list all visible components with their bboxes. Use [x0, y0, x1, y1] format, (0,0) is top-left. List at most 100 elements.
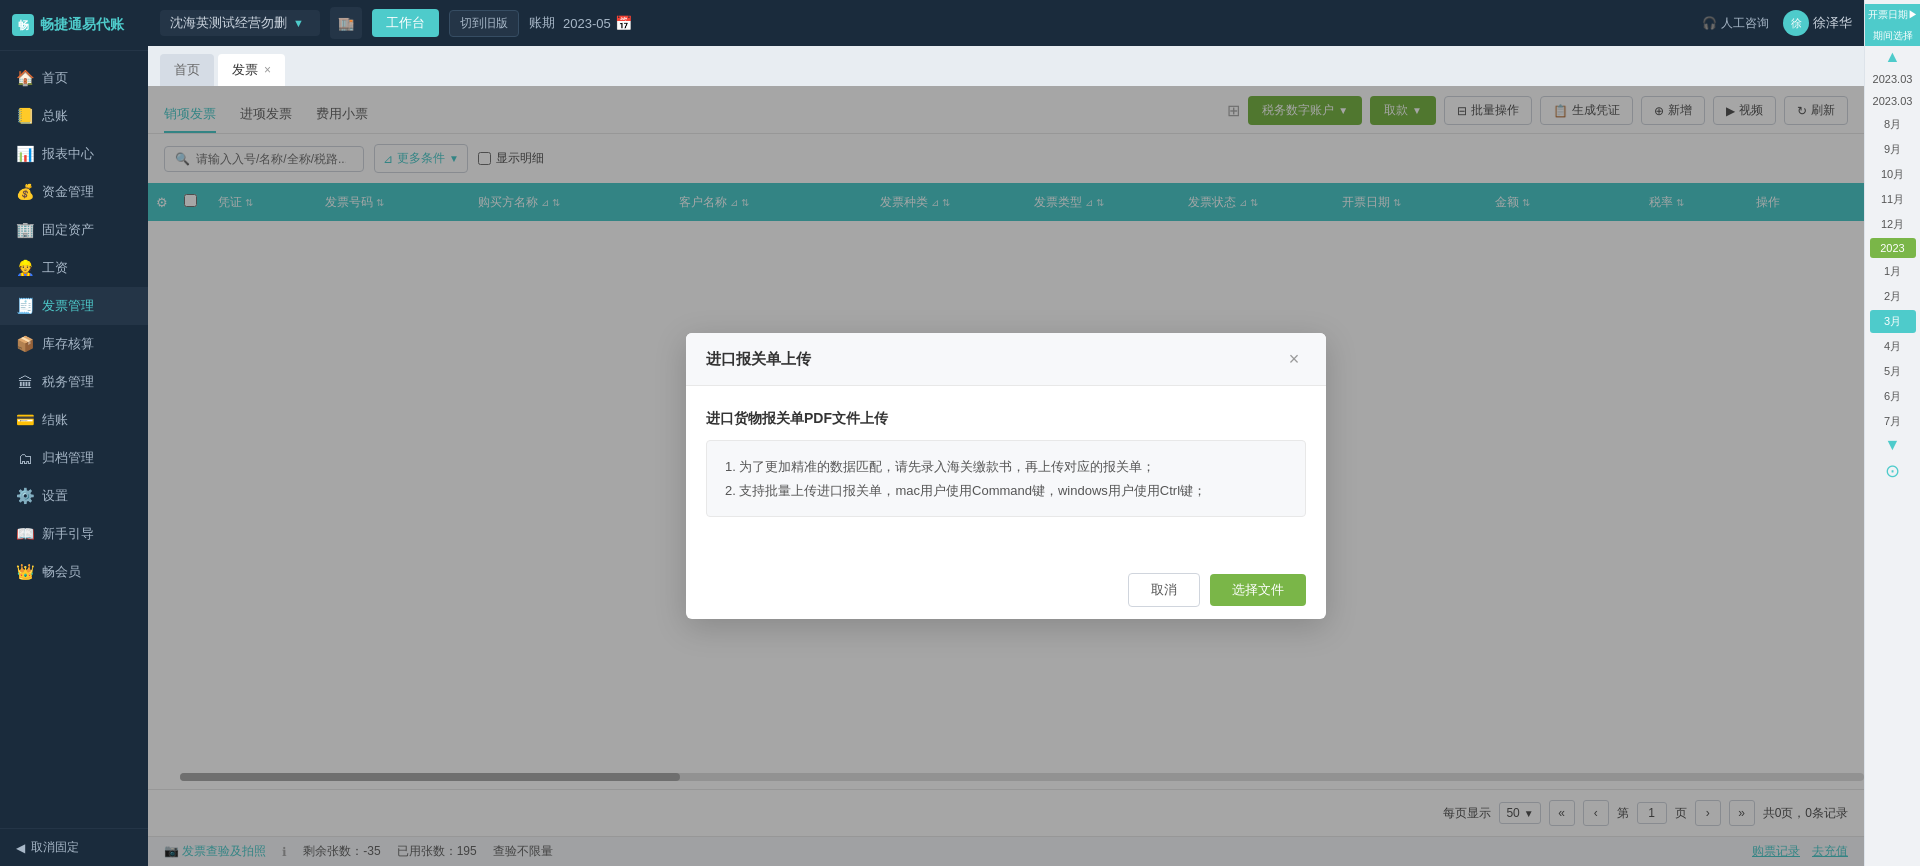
logo-icon: 畅: [12, 14, 34, 36]
sidebar-bottom-pin[interactable]: ◀ 取消固定: [0, 828, 148, 866]
company-name: 沈海英测试经营勿删: [170, 14, 287, 32]
select-file-button[interactable]: 选择文件: [1210, 574, 1306, 606]
reports-icon: 📊: [16, 145, 34, 163]
settlement-icon: 💳: [16, 411, 34, 429]
worktable-button[interactable]: 工作台: [372, 9, 439, 37]
sidebar-item-archive[interactable]: 🗂 归档管理: [0, 439, 148, 477]
user-avatar: 徐: [1783, 10, 1809, 36]
sidebar-item-label: 库存核算: [42, 335, 94, 353]
sidebar-item-label: 新手引导: [42, 525, 94, 543]
archive-icon: 🗂: [16, 449, 34, 467]
calendar-month-9[interactable]: 2月: [1870, 285, 1916, 308]
member-icon: 👑: [16, 563, 34, 581]
sidebar-item-inventory[interactable]: 📦 库存核算: [0, 325, 148, 363]
sidebar-item-assets[interactable]: 🏢 固定资产: [0, 211, 148, 249]
tab-invoices[interactable]: 发票 ×: [218, 54, 285, 86]
modal-body: 进口货物报关单PDF文件上传 1. 为了更加精准的数据匹配，请先录入海关缴款书，…: [686, 386, 1326, 561]
tab-close-icon[interactable]: ×: [264, 63, 271, 77]
calendar-month-8[interactable]: 1月: [1870, 260, 1916, 283]
app-logo: 畅 畅捷通易代账: [0, 0, 148, 51]
modal-header: 进口报关单上传 ×: [686, 333, 1326, 386]
sidebar-item-tax[interactable]: 🏛 税务管理: [0, 363, 148, 401]
sidebar-item-label: 发票管理: [42, 297, 94, 315]
tab-bar: 首页 发票 ×: [148, 46, 1864, 86]
finance-icon: 💰: [16, 183, 34, 201]
payroll-icon: 👷: [16, 259, 34, 277]
sidebar-item-payroll[interactable]: 👷 工资: [0, 249, 148, 287]
building-icon: 🏬: [338, 16, 354, 31]
modal-title: 进口报关单上传: [706, 350, 811, 369]
calendar-month-10[interactable]: 3月: [1870, 310, 1916, 333]
username: 徐泽华: [1813, 14, 1852, 32]
calendar-month-0[interactable]: 2023.03: [1870, 69, 1916, 89]
sidebar-item-settings[interactable]: ⚙️ 设置: [0, 477, 148, 515]
period-display: 账期 2023-05 📅: [529, 14, 632, 32]
tab-invoices-label: 发票: [232, 61, 258, 79]
calendar-month-11[interactable]: 4月: [1870, 335, 1916, 358]
sidebar-nav: 🏠 首页 📒 总账 📊 报表中心 💰 资金管理 🏢 固定资产 👷 工资 🧾 发票…: [0, 51, 148, 828]
info-item-1: 1. 为了更加精准的数据匹配，请先录入海关缴款书，再上传对应的报关单；: [725, 455, 1287, 478]
ledger-icon: 📒: [16, 107, 34, 125]
company-icon-btn[interactable]: 🏬: [330, 7, 362, 39]
headset-icon: 🎧: [1702, 16, 1717, 30]
pin-icon: ◀: [16, 841, 25, 855]
guide-icon: 📖: [16, 525, 34, 543]
assets-icon: 🏢: [16, 221, 34, 239]
sidebar-item-reports[interactable]: 📊 报表中心: [0, 135, 148, 173]
calendar-month-3[interactable]: 9月: [1870, 138, 1916, 161]
sidebar-item-label: 工资: [42, 259, 68, 277]
tab-home[interactable]: 首页: [160, 54, 214, 86]
calendar-month-1[interactable]: 2023.03: [1870, 91, 1916, 111]
switch-old-button[interactable]: 切到旧版: [449, 10, 519, 37]
sidebar-item-label: 税务管理: [42, 373, 94, 391]
sidebar-item-finance[interactable]: 💰 资金管理: [0, 173, 148, 211]
sidebar-item-label: 总账: [42, 107, 68, 125]
invoices-icon: 🧾: [16, 297, 34, 315]
calendar-month-12[interactable]: 5月: [1870, 360, 1916, 383]
calendar-month-2[interactable]: 8月: [1870, 113, 1916, 136]
calendar-month-5[interactable]: 11月: [1870, 188, 1916, 211]
expand-icon: ⊙: [1885, 460, 1900, 482]
sidebar-item-label: 资金管理: [42, 183, 94, 201]
calendar-year-2023[interactable]: 2023: [1870, 238, 1916, 258]
main-area: 沈海英测试经营勿删 ▼ 🏬 工作台 切到旧版 账期 2023-05 📅 🎧 人工…: [148, 0, 1864, 866]
modal-cancel-button[interactable]: 取消: [1128, 573, 1200, 607]
help-button[interactable]: 🎧 人工咨询: [1702, 15, 1769, 32]
sidebar-item-label: 畅会员: [42, 563, 81, 581]
period-select-label: 期间选择: [1865, 26, 1920, 46]
content-area: 首页 发票 × 销项发票 进项发票 费用小票: [148, 46, 1864, 866]
calendar-down-btn[interactable]: ▼: [1877, 434, 1909, 456]
calendar-month-14[interactable]: 7月: [1870, 410, 1916, 433]
calendar-icon[interactable]: 📅: [615, 15, 632, 31]
calendar-up-btn[interactable]: ▲: [1877, 46, 1909, 68]
info-item-2: 2. 支持批量上传进口报关单，mac用户使用Command键，windows用户…: [725, 479, 1287, 502]
sidebar-item-guide[interactable]: 📖 新手引导: [0, 515, 148, 553]
sidebar-item-label: 报表中心: [42, 145, 94, 163]
period-value: 2023-05: [563, 16, 611, 31]
calendar-month-4[interactable]: 10月: [1870, 163, 1916, 186]
right-panel: 开票日期▶ 期间选择 ▲ 2023.03 2023.03 8月 9月 10月 1…: [1864, 0, 1920, 866]
sidebar-item-settlement[interactable]: 💳 结账: [0, 401, 148, 439]
user-profile[interactable]: 徐 徐泽华: [1783, 10, 1852, 36]
modal-overlay[interactable]: 进口报关单上传 × 进口货物报关单PDF文件上传 1. 为了更加精准的数据匹配，…: [148, 86, 1864, 866]
calendar-month-13[interactable]: 6月: [1870, 385, 1916, 408]
page-content: 销项发票 进项发票 费用小票 ⊞ 税务数字账户 ▼: [148, 86, 1864, 866]
modal-close-button[interactable]: ×: [1282, 347, 1306, 371]
sidebar-item-ledger[interactable]: 📒 总账: [0, 97, 148, 135]
sidebar-item-label: 首页: [42, 69, 68, 87]
modal-footer: 取消 选择文件: [686, 561, 1326, 619]
open-period-button[interactable]: 开票日期▶: [1865, 4, 1920, 26]
sidebar-item-member[interactable]: 👑 畅会员: [0, 553, 148, 591]
calendar-expand-btn[interactable]: ⊙: [1877, 460, 1909, 482]
topbar-right: 🎧 人工咨询 徐 徐泽华: [1702, 10, 1852, 36]
calendar-month-6[interactable]: 12月: [1870, 213, 1916, 236]
company-selector[interactable]: 沈海英测试经营勿删 ▼: [160, 10, 320, 36]
upload-info-box: 1. 为了更加精准的数据匹配，请先录入海关缴款书，再上传对应的报关单； 2. 支…: [706, 440, 1306, 517]
pin-label: 取消固定: [31, 839, 79, 856]
sidebar-item-home[interactable]: 🏠 首页: [0, 59, 148, 97]
tax-icon: 🏛: [16, 373, 34, 391]
sidebar-item-invoices[interactable]: 🧾 发票管理: [0, 287, 148, 325]
settings-icon: ⚙️: [16, 487, 34, 505]
sidebar: 畅 畅捷通易代账 🏠 首页 📒 总账 📊 报表中心 💰 资金管理 🏢 固定资产 …: [0, 0, 148, 866]
sidebar-item-label: 结账: [42, 411, 68, 429]
